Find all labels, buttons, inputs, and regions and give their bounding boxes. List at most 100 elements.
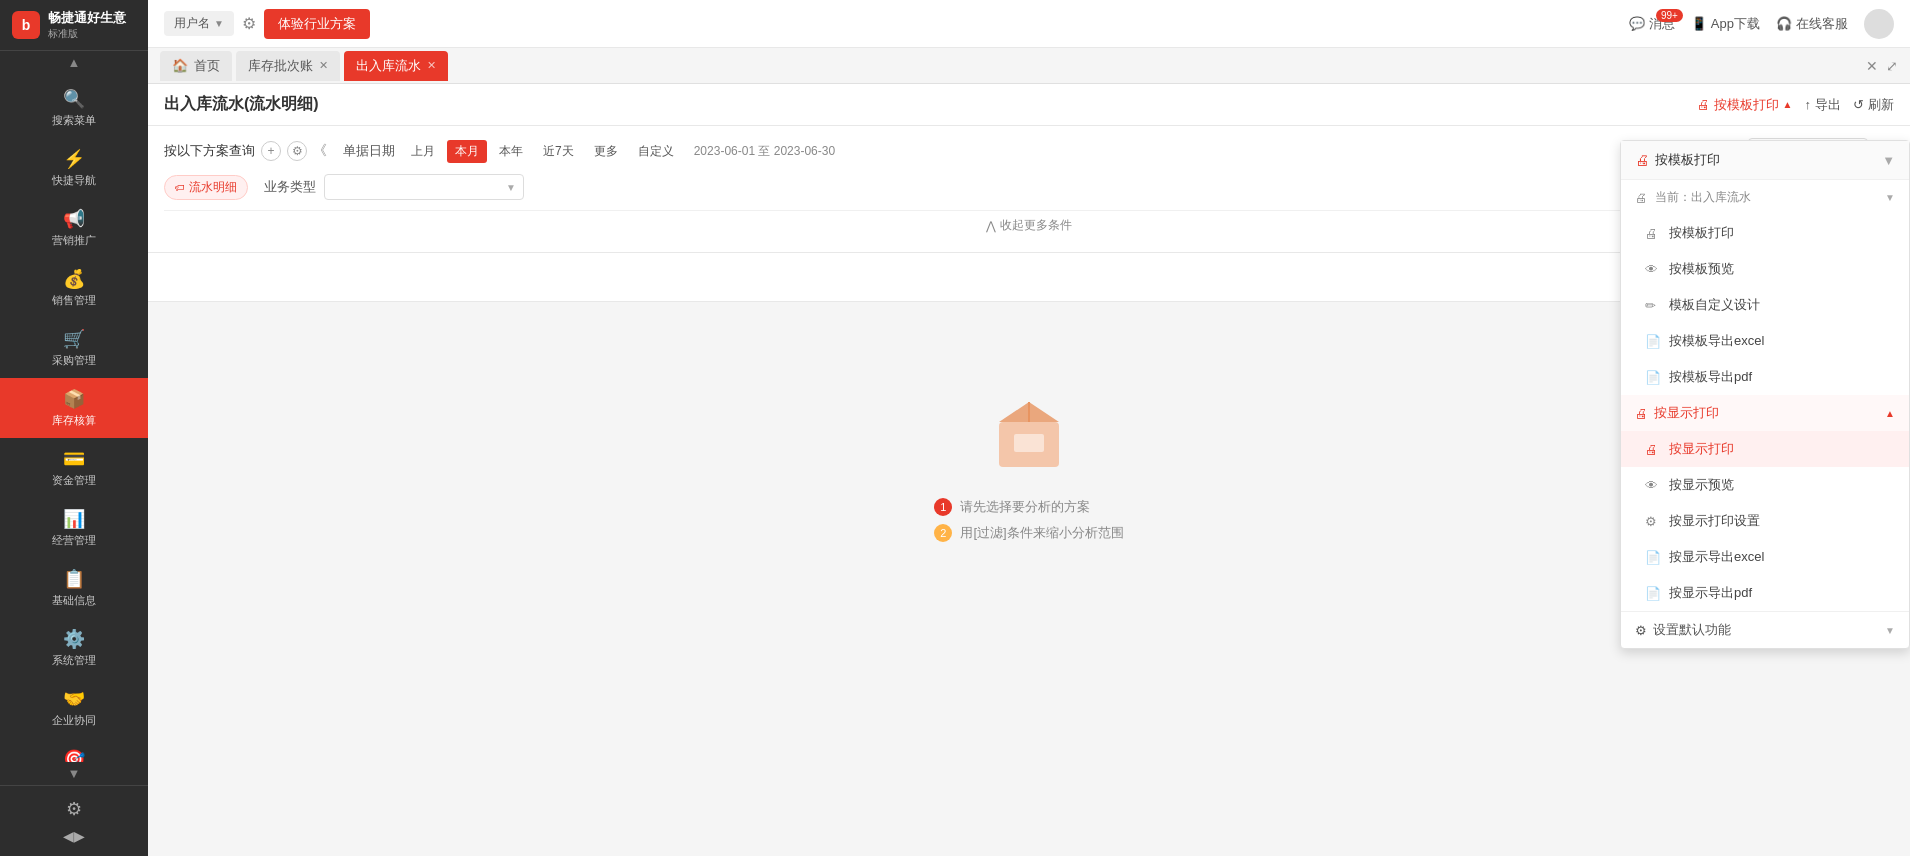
- tabs-bar: 🏠 首页 库存批次账 ✕ 出入库流水 ✕ ✕ ⤢: [148, 48, 1910, 84]
- date-btn-custom[interactable]: 自定义: [630, 140, 682, 163]
- date-btn-more[interactable]: 更多: [586, 140, 626, 163]
- dropdown-section-display[interactable]: 🖨 按显示打印 ▲: [1621, 395, 1909, 431]
- tab-batch-account-close[interactable]: ✕: [319, 59, 328, 72]
- win-close-icon[interactable]: ✕: [1866, 58, 1878, 74]
- topbar-left: 用户名 ▼ ⚙ 体验行业方案: [164, 9, 1617, 39]
- sidebar-item-basic[interactable]: 📋 基础信息: [0, 558, 148, 618]
- topbar-right: 💬 消息 99+ 📱 App下载 🎧 在线客服: [1629, 9, 1894, 39]
- logo-icon: b: [12, 11, 40, 39]
- user-selector[interactable]: 用户名 ▼: [164, 11, 234, 36]
- finance-icon: 💳: [63, 448, 85, 470]
- custom-icon-item: ✏: [1645, 298, 1661, 313]
- dropdown-footer-label: ⚙ 设置默认功能: [1635, 621, 1731, 639]
- export-btn[interactable]: ↑ 导出: [1805, 96, 1842, 114]
- dropdown-item-display-settings[interactable]: ⚙ 按显示打印设置: [1621, 503, 1909, 539]
- dropdown-item-template-pdf[interactable]: 📄 按模板导出pdf: [1621, 359, 1909, 395]
- sidebar-item-marketing[interactable]: 📢 营销推广: [0, 198, 148, 258]
- empty-illustration: [979, 382, 1079, 482]
- date-btn-this-year[interactable]: 本年: [491, 140, 531, 163]
- sidebar-logo: b 畅捷通好生意 标准版: [0, 0, 148, 51]
- section-printer-icon: 🖨: [1635, 406, 1648, 421]
- filter-settings-btn[interactable]: ⚙: [287, 141, 307, 161]
- basic-icon: 📋: [63, 568, 85, 590]
- content-area: 出入库流水(流水明细) 🖨 按模板打印 ▲ ↑ 导出 ↺ 刷新: [148, 84, 1910, 856]
- dropdown-current[interactable]: 🖨 当前：出入库流水 ▼: [1621, 180, 1909, 215]
- date-options: 上月 本月 本年 近7天 更多 自定义 2023-06-01 至 2023-06…: [403, 140, 835, 163]
- sidebar-item-guide[interactable]: 🎯 新手引导: [0, 738, 148, 762]
- dropdown-header-chevron[interactable]: ▼: [1882, 153, 1895, 168]
- dropdown-panel: 🖨 按模板打印 ▼ 🖨 当前：出入库流水 ▼ 🖨 按模板打印: [1620, 140, 1910, 649]
- dropdown-item-display-excel[interactable]: 📄 按显示导出excel: [1621, 539, 1909, 575]
- filter-collapse-icon[interactable]: 《: [313, 142, 327, 160]
- app-download-btn[interactable]: 📱 App下载: [1691, 15, 1760, 33]
- dropdown-footer[interactable]: ⚙ 设置默认功能 ▼: [1621, 611, 1909, 648]
- industry-btn[interactable]: 体验行业方案: [264, 9, 370, 39]
- message-btn[interactable]: 💬 消息 99+: [1629, 15, 1675, 33]
- sidebar-item-quick-nav[interactable]: ⚡ 快捷导航: [0, 138, 148, 198]
- tab-flow[interactable]: 出入库流水 ✕: [344, 51, 448, 81]
- date-btn-last-month[interactable]: 上月: [403, 140, 443, 163]
- empty-steps-list: 1 请先选择要分析的方案 2 用[过滤]条件来缩小分析范围: [934, 498, 1123, 550]
- sidebar-settings-icon[interactable]: ⚙: [66, 798, 82, 820]
- refresh-btn[interactable]: ↺ 刷新: [1853, 96, 1894, 114]
- sidebar-scroll-up[interactable]: ▲: [0, 51, 148, 74]
- dropdown-item-template-custom[interactable]: ✏ 模板自定义设计: [1621, 287, 1909, 323]
- business-type-field: 业务类型 ▼: [264, 174, 524, 200]
- logo-text: 畅捷通好生意 标准版: [48, 10, 126, 40]
- sidebar-scroll-down[interactable]: ▼: [0, 762, 148, 785]
- online-service-btn[interactable]: 🎧 在线客服: [1776, 15, 1848, 33]
- sidebar-item-cooperation[interactable]: 🤝 企业协同: [0, 678, 148, 738]
- display-printer-icon: 🖨: [1645, 442, 1661, 457]
- sidebar-item-operations[interactable]: 📊 经营管理: [0, 498, 148, 558]
- sidebar-bottom: ⚙ ◀▶: [0, 785, 148, 856]
- page-title: 出入库流水(流水明细): [164, 94, 319, 115]
- dropdown-item-template-print[interactable]: 🖨 按模板打印: [1621, 215, 1909, 251]
- business-type-select[interactable]: [324, 174, 524, 200]
- filter-add-btn[interactable]: +: [261, 141, 281, 161]
- filter-section-label: 按以下方案查询 + ⚙ 《: [164, 141, 327, 161]
- tab-flow-close[interactable]: ✕: [427, 59, 436, 72]
- date-btn-last-7-days[interactable]: 近7天: [535, 140, 582, 163]
- footer-arrow: ▼: [1885, 625, 1895, 636]
- tab-home[interactable]: 🏠 首页: [160, 51, 232, 81]
- sidebar-item-inventory[interactable]: 📦 库存核算: [0, 378, 148, 438]
- printer-icon-item: 🖨: [1645, 226, 1661, 241]
- sidebar-item-finance[interactable]: 💳 资金管理: [0, 438, 148, 498]
- user-avatar[interactable]: [1864, 9, 1894, 39]
- date-filter-field: 单据日期 上月 本月 本年 近7天 更多 自定义 2023-06-01 至 20…: [343, 140, 835, 163]
- sidebar-item-search[interactable]: 🔍 搜索菜单: [0, 78, 148, 138]
- dropdown-item-display-preview[interactable]: 👁 按显示预览: [1621, 467, 1909, 503]
- filter-tag-icon: 🏷: [175, 182, 185, 193]
- date-range-display: 2023-06-01 至 2023-06-30: [694, 143, 835, 160]
- win-maximize-icon[interactable]: ⤢: [1886, 58, 1898, 74]
- dropdown-item-template-preview[interactable]: 👁 按模板预览: [1621, 251, 1909, 287]
- dropdown-item-template-excel[interactable]: 📄 按模板导出excel: [1621, 323, 1909, 359]
- win-controls: ✕ ⤢: [1866, 58, 1898, 74]
- topbar-settings-icon[interactable]: ⚙: [242, 14, 256, 33]
- printer-icon-header: 🖨: [1635, 152, 1649, 168]
- display-pdf-icon: 📄: [1645, 586, 1661, 601]
- current-icon: 🖨: [1635, 191, 1647, 205]
- sidebar-item-purchase[interactable]: 🛒 采购管理: [0, 318, 148, 378]
- sidebar-item-sales[interactable]: 💰 销售管理: [0, 258, 148, 318]
- dropdown-item-display-print[interactable]: 🖨 按显示打印: [1621, 431, 1909, 467]
- sidebar-nav: 🔍 搜索菜单 ⚡ 快捷导航 📢 营销推广 💰 销售管理 🛒 采购管理 📦: [0, 74, 148, 762]
- dropdown-item-display-pdf[interactable]: 📄 按显示导出pdf: [1621, 575, 1909, 611]
- empty-step-2: 2 用[过滤]条件来缩小分析范围: [934, 524, 1123, 542]
- dropdown-section-label: 🖨 按显示打印: [1635, 404, 1719, 422]
- refresh-icon: ↺: [1853, 97, 1864, 112]
- sidebar-collapse-icon[interactable]: ◀▶: [63, 828, 85, 844]
- system-icon: ⚙️: [63, 628, 85, 650]
- current-arrow: ▼: [1885, 192, 1895, 203]
- quick-nav-icon: ⚡: [63, 148, 85, 170]
- sidebar-item-system[interactable]: ⚙️ 系统管理: [0, 618, 148, 678]
- page-actions: 🖨 按模板打印 ▲ ↑ 导出 ↺ 刷新: [1697, 96, 1894, 114]
- sidebar: b 畅捷通好生意 标准版 ▲ 🔍 搜索菜单 ⚡ 快捷导航 📢 营销推广 💰 销售: [0, 0, 148, 856]
- date-btn-this-month[interactable]: 本月: [447, 140, 487, 163]
- user-dropdown-icon: ▼: [214, 18, 224, 29]
- tab-batch-account[interactable]: 库存批次账 ✕: [236, 51, 340, 81]
- section-chevron-up: ▲: [1885, 408, 1895, 419]
- export-icon: ↑: [1805, 97, 1812, 112]
- filter-tag-water-detail[interactable]: 🏷 流水明细: [164, 175, 248, 200]
- template-print-btn[interactable]: 🖨 按模板打印 ▲: [1697, 96, 1793, 114]
